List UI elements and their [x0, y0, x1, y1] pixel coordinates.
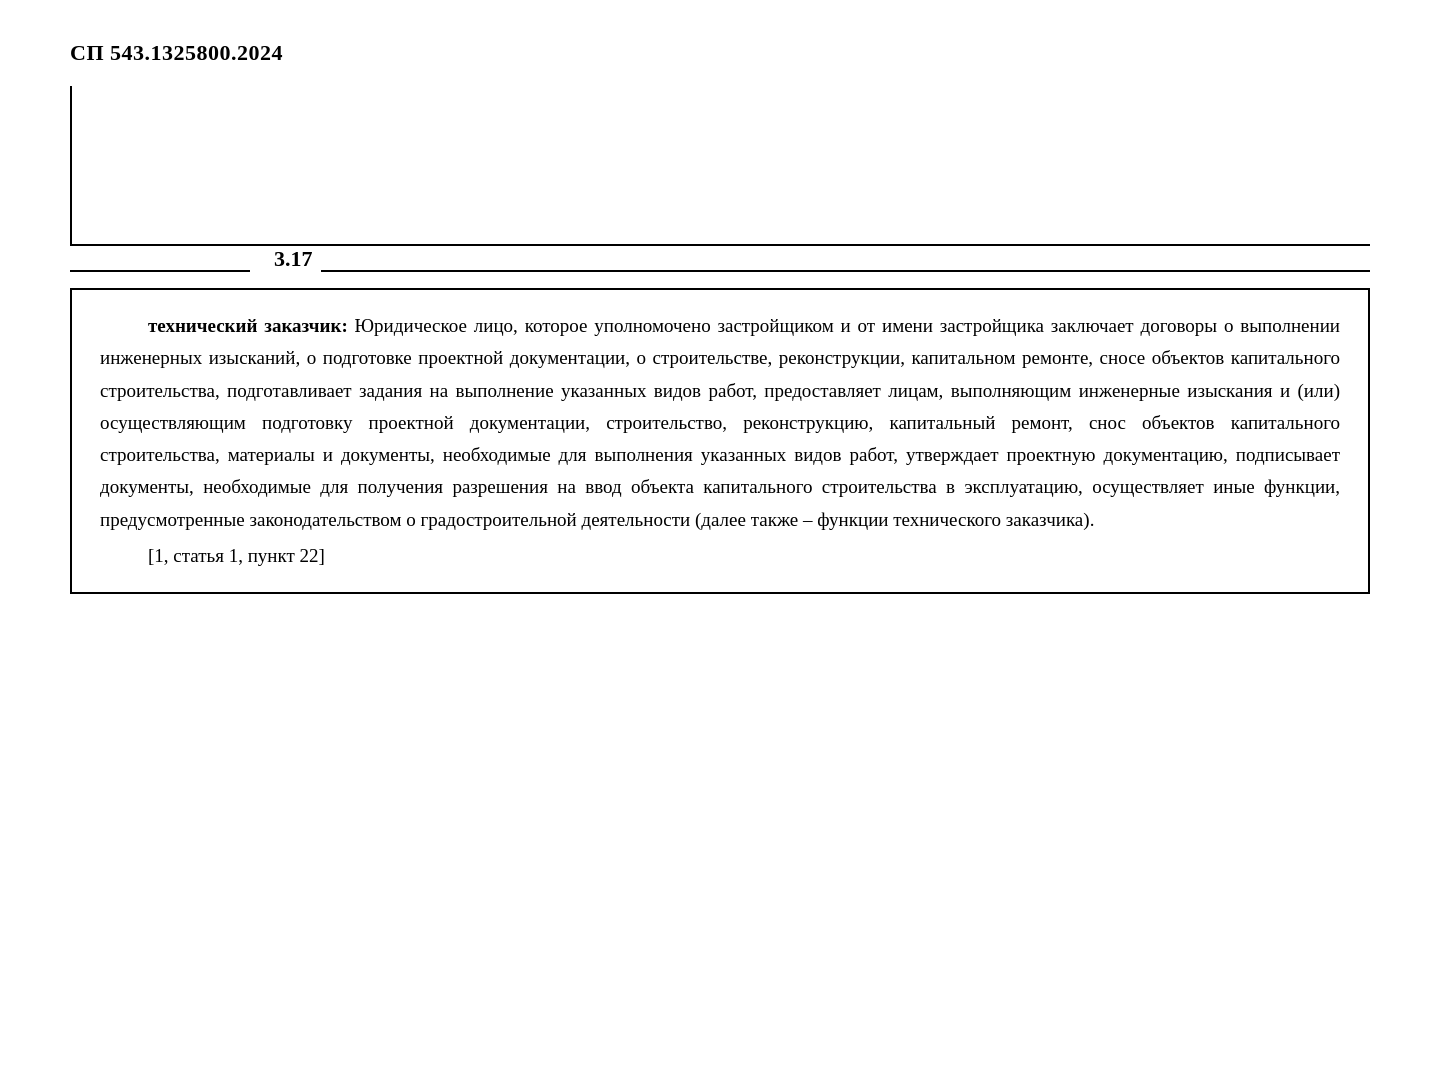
definition-paragraph: технический заказчик: Юридическое лицо, … [100, 310, 1340, 536]
underline-left [70, 270, 250, 272]
definition-reference: [1, статья 1, пункт 22] [100, 540, 1340, 572]
document-code: СП 543.1325800.2024 [70, 40, 1370, 66]
diagram-placeholder [70, 86, 1370, 246]
section-number: 3.17 [270, 246, 321, 272]
underline-right [321, 270, 1371, 272]
definition-term: технический заказчик: [148, 315, 348, 336]
page-container: СП 543.1325800.2024 3.17 технический зак… [70, 40, 1370, 594]
definition-box: технический заказчик: Юридическое лицо, … [70, 288, 1370, 594]
section-number-row: 3.17 [70, 246, 1370, 272]
definition-body: Юридическое лицо, которое уполномочено з… [100, 315, 1340, 530]
